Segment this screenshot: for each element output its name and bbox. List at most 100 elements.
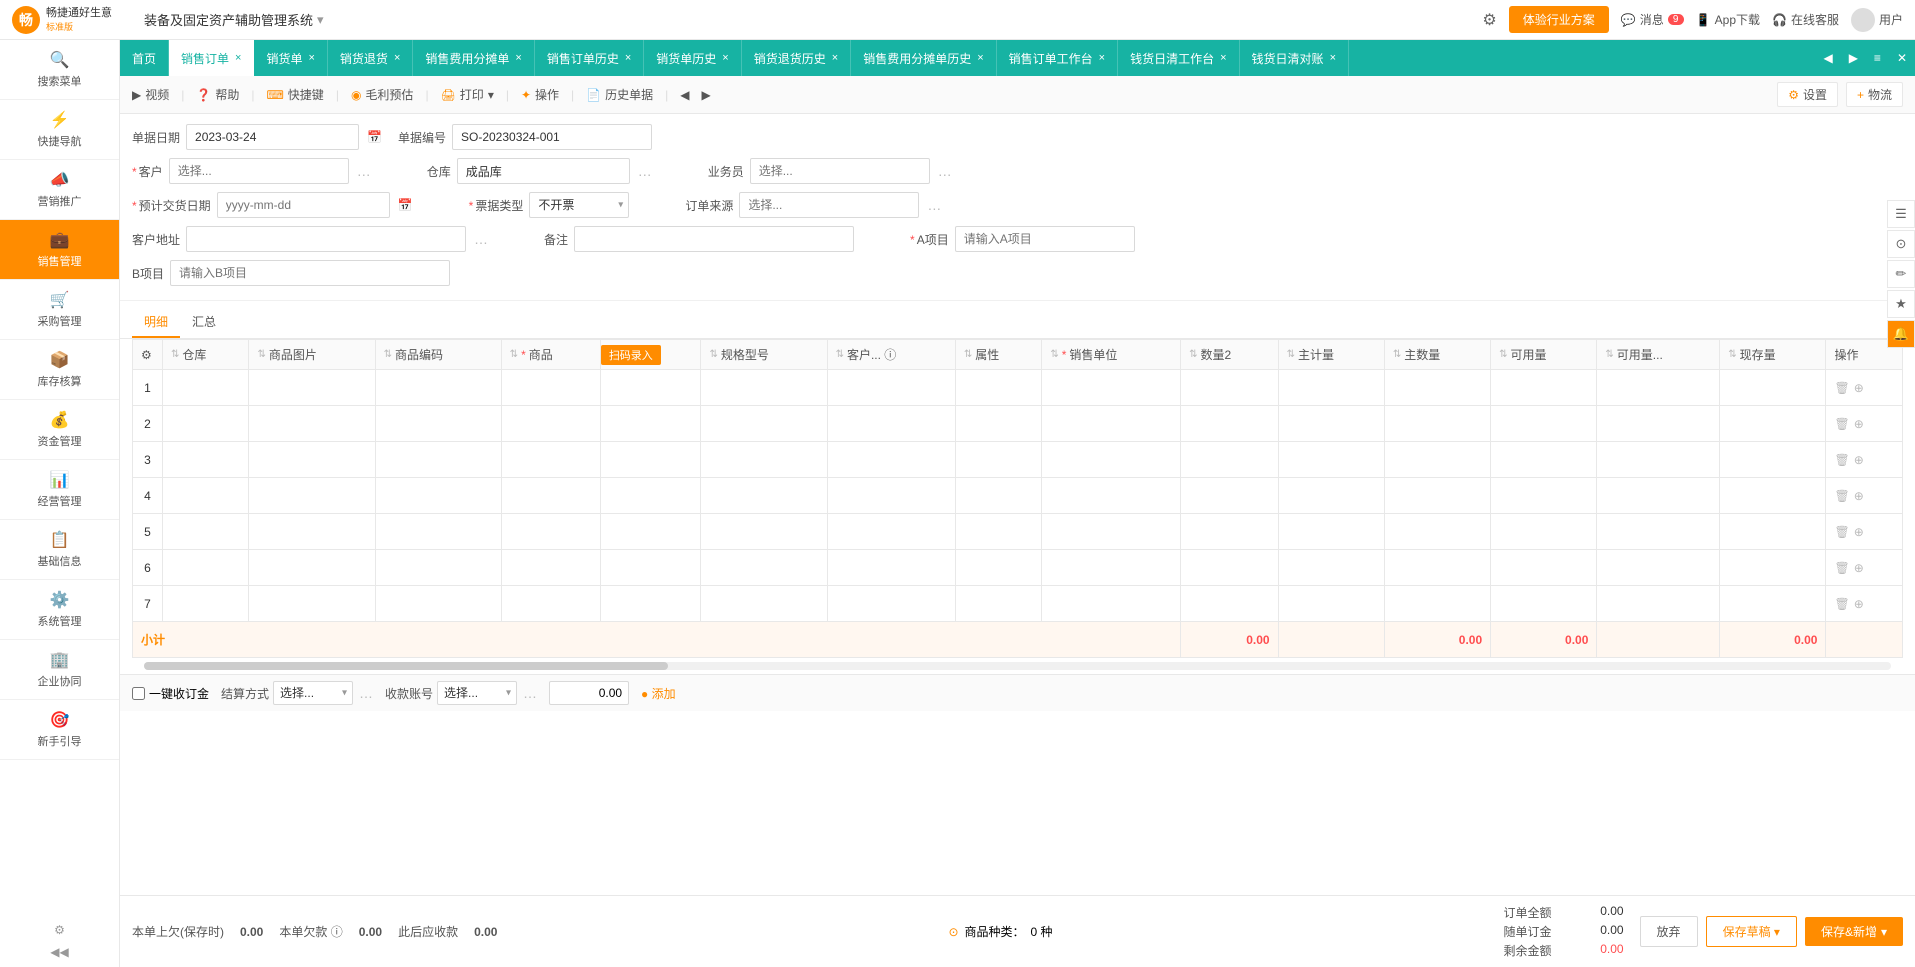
sidebar-item-system[interactable]: ⚙️ 系统管理	[0, 580, 119, 640]
scrollbar-thumb[interactable]	[144, 662, 668, 670]
gear-icon[interactable]: ⚙	[1482, 10, 1496, 30]
sidebar-item-sales[interactable]: 💼 销售管理	[0, 220, 119, 280]
th-main-qty[interactable]: 主数量	[1384, 340, 1490, 370]
sidebar-item-base-info[interactable]: 📋 基础信息	[0, 520, 119, 580]
tab-close-order-history[interactable]: ×	[625, 52, 631, 64]
cell-r6-c11[interactable]	[1384, 550, 1490, 586]
sidebar-item-quick-nav[interactable]: ⚡ 快捷导航	[0, 100, 119, 160]
cell-r7-c3[interactable]	[501, 586, 600, 622]
discard-btn[interactable]: 放弃	[1640, 916, 1698, 947]
cell-r1-c8[interactable]	[1042, 370, 1181, 406]
copy-icon[interactable]: ⊕	[1854, 489, 1864, 503]
cell-r2-c6[interactable]	[827, 406, 955, 442]
invoice-type-select[interactable]: 不开票 普通发票 增值税专票	[529, 192, 629, 218]
tab-close-invoice-history[interactable]: ×	[722, 52, 728, 64]
cell-r6-c8[interactable]	[1042, 550, 1181, 586]
cell-r6-c9[interactable]	[1181, 550, 1278, 586]
cell-r1-c4[interactable]	[600, 370, 701, 406]
salesperson-more-icon[interactable]: …	[938, 163, 952, 179]
tab-close-ar-daily[interactable]: ×	[1220, 52, 1226, 64]
salesperson-input[interactable]	[750, 158, 930, 184]
order-source-more-icon[interactable]: …	[927, 197, 941, 213]
th-main-unit[interactable]: 主计量	[1278, 340, 1384, 370]
sidebar-item-guide[interactable]: 🎯 新手引导	[0, 700, 119, 760]
scan-btn[interactable]: 扫码录入	[601, 345, 661, 365]
add-product-btn[interactable]: + 物流	[1846, 82, 1903, 107]
toolbar-profit[interactable]: ◉ 毛利预估	[351, 86, 414, 103]
tab-invoice-history[interactable]: 销货单历史 ×	[644, 40, 741, 76]
cell-r1-c9[interactable]	[1181, 370, 1278, 406]
tab-home[interactable]: 首页	[120, 40, 169, 76]
cell-r5-c1[interactable]	[249, 514, 375, 550]
cell-r4-c13[interactable]	[1597, 478, 1720, 514]
toolbar-operations[interactable]: ✦ 操作	[521, 86, 559, 103]
bank-account-select-wrap[interactable]: 选择...	[437, 681, 517, 705]
cell-r2-c0[interactable]	[163, 406, 249, 442]
cell-r5-c8[interactable]	[1042, 514, 1181, 550]
addr-more-icon[interactable]: …	[474, 231, 488, 247]
cell-r1-c12[interactable]	[1491, 370, 1597, 406]
online-service-btn[interactable]: 🎧 在线客服	[1772, 11, 1839, 28]
cell-r7-c0[interactable]	[163, 586, 249, 622]
cell-r6-c10[interactable]	[1278, 550, 1384, 586]
cell-r3-c3[interactable]	[501, 442, 600, 478]
right-btn-star[interactable]: ★	[1887, 290, 1915, 318]
copy-icon[interactable]: ⊕	[1854, 561, 1864, 575]
delete-icon[interactable]: 🗑	[1834, 489, 1849, 503]
cell-r3-c4[interactable]	[600, 442, 701, 478]
cell-r5-c0[interactable]	[163, 514, 249, 550]
tab-close-sales-return[interactable]: ×	[394, 52, 400, 64]
tab-sales-order[interactable]: 销售订单 ×	[169, 40, 254, 76]
a-project-input[interactable]	[955, 226, 1135, 252]
cell-r6-c0[interactable]	[163, 550, 249, 586]
cell-r7-c7[interactable]	[955, 586, 1041, 622]
th-stock-qty[interactable]: 现存量	[1720, 340, 1826, 370]
th-qty2[interactable]: 数量2	[1181, 340, 1278, 370]
cell-r5-c4[interactable]	[600, 514, 701, 550]
cell-r2-c5[interactable]	[701, 406, 827, 442]
cell-r5-c7[interactable]	[955, 514, 1041, 550]
cell-r2-c3[interactable]	[501, 406, 600, 442]
payment-more-icon[interactable]: …	[359, 685, 373, 701]
sidebar-collapse-btn[interactable]: ◀◀	[50, 945, 68, 959]
cell-r2-c2[interactable]	[375, 406, 501, 442]
delete-icon[interactable]: 🗑	[1834, 453, 1849, 467]
th-unit[interactable]: *销售单位	[1042, 340, 1181, 370]
cell-r3-c13[interactable]	[1597, 442, 1720, 478]
toolbar-history[interactable]: 📄 历史单据	[586, 86, 653, 103]
tab-close-sales-invoice[interactable]: ×	[308, 52, 314, 64]
cell-r6-c14[interactable]	[1720, 550, 1826, 586]
bank-account-select[interactable]: 选择...	[437, 681, 517, 705]
sidebar-item-finance[interactable]: 💰 资金管理	[0, 400, 119, 460]
save-new-btn[interactable]: 保存&新增 ▾	[1805, 917, 1903, 946]
cell-r3-c6[interactable]	[827, 442, 955, 478]
cell-r1-c10[interactable]	[1278, 370, 1384, 406]
cell-r1-c6[interactable]	[827, 370, 955, 406]
tab-sales-invoice[interactable]: 销货单 ×	[254, 40, 327, 76]
message-btn[interactable]: 💬 消息 9	[1621, 11, 1684, 28]
copy-icon[interactable]: ⊕	[1854, 453, 1864, 467]
cell-r5-c5[interactable]	[701, 514, 827, 550]
cell-r3-c9[interactable]	[1181, 442, 1278, 478]
toolbar-help[interactable]: ❓ 帮助	[196, 86, 239, 103]
cell-r7-c5[interactable]	[701, 586, 827, 622]
delete-icon[interactable]: 🗑	[1834, 561, 1849, 575]
customer-more-icon[interactable]: …	[357, 163, 371, 179]
settings-right-btn[interactable]: ⚙ 设置	[1777, 82, 1838, 107]
order-source-input[interactable]	[739, 192, 919, 218]
tab-sales-order-history[interactable]: 销售订单历史 ×	[535, 40, 644, 76]
cell-r7-c8[interactable]	[1042, 586, 1181, 622]
cell-r4-c14[interactable]	[1720, 478, 1826, 514]
tab-close-ar-reconcile[interactable]: ×	[1330, 52, 1336, 64]
delete-icon[interactable]: 🗑	[1834, 597, 1849, 611]
cell-r7-c4[interactable]	[600, 586, 701, 622]
tab-close-return-history[interactable]: ×	[832, 52, 838, 64]
delete-icon[interactable]: 🗑	[1834, 381, 1849, 395]
th-warehouse[interactable]: 仓库	[163, 340, 249, 370]
cell-r4-c9[interactable]	[1181, 478, 1278, 514]
single-date-input[interactable]	[186, 124, 359, 150]
cell-r2-c9[interactable]	[1181, 406, 1278, 442]
delivery-date-input[interactable]	[217, 192, 390, 218]
customer-input[interactable]	[169, 158, 349, 184]
cell-r4-c5[interactable]	[701, 478, 827, 514]
